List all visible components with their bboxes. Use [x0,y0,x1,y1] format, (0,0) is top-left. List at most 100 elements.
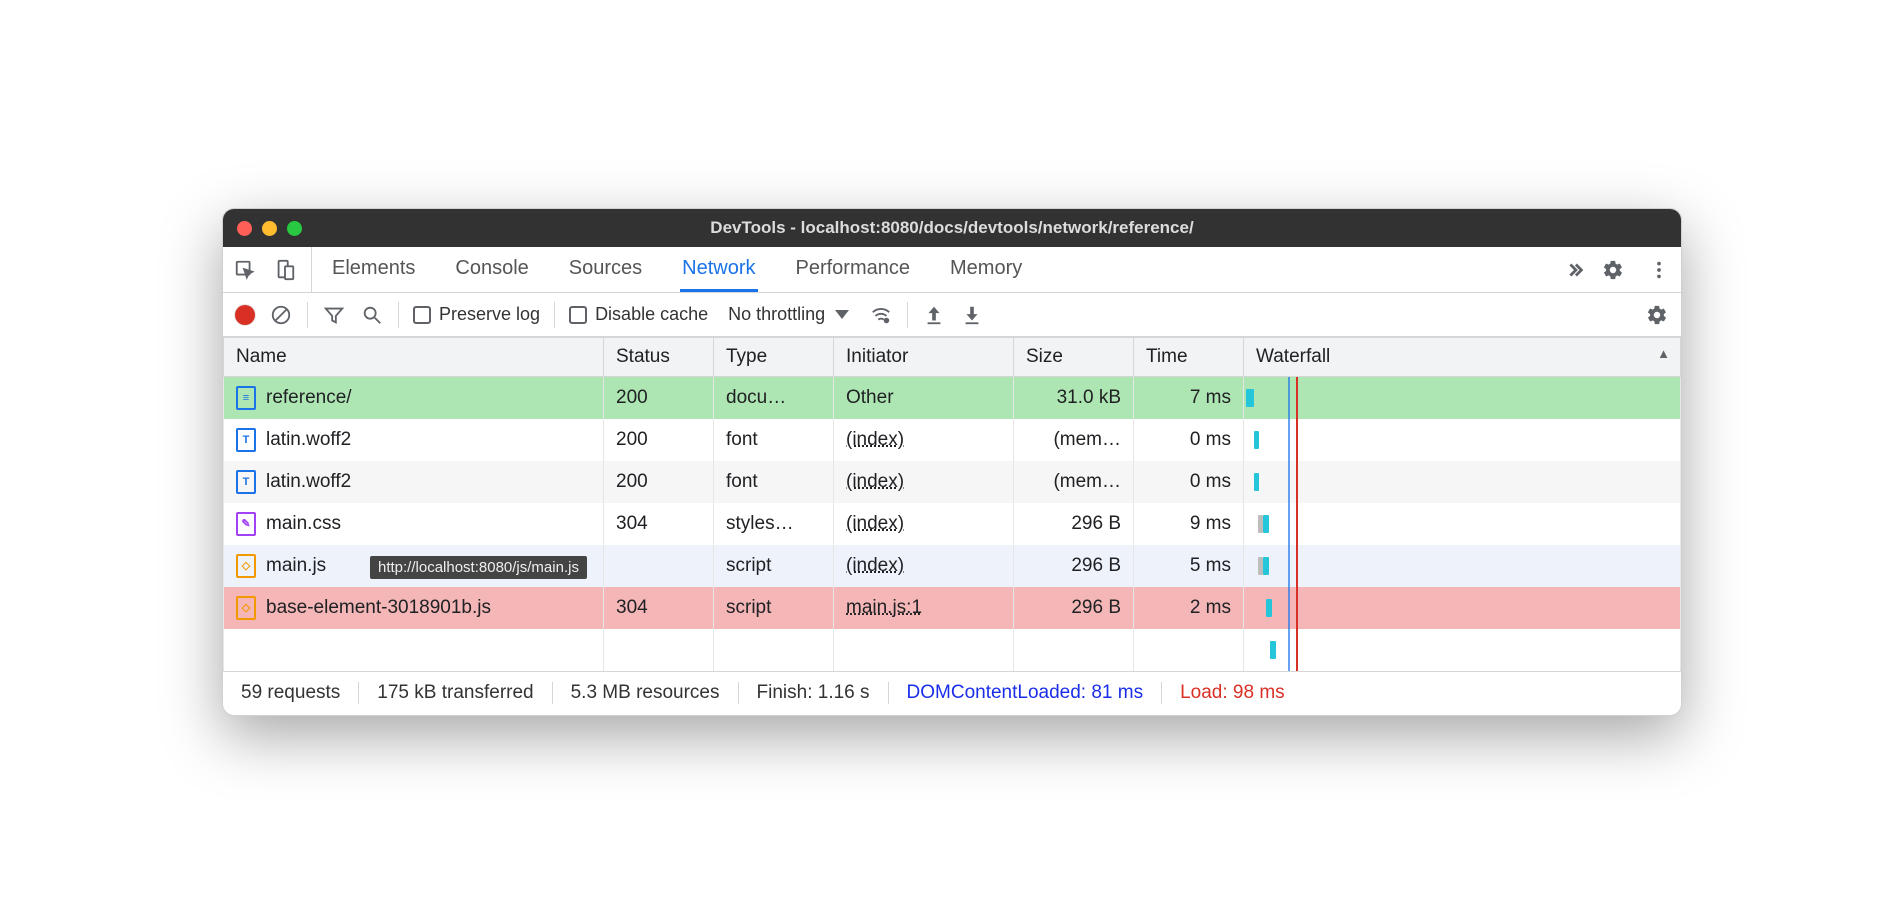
table-row[interactable]: ✎ main.css 304 styles… (index) 296 B 9 m… [224,503,1681,545]
col-type[interactable]: Type [714,338,834,377]
waterfall-cell[interactable] [1244,587,1681,629]
waterfall-cell[interactable] [1244,545,1681,587]
status-load: Load: 98 ms [1162,682,1303,704]
chevron-down-icon [835,310,849,319]
col-status[interactable]: Status [604,338,714,377]
record-button[interactable] [235,305,255,325]
throttling-select[interactable]: No throttling [722,304,855,325]
initiator-text: Other [846,387,894,408]
col-size[interactable]: Size [1014,338,1134,377]
status-requests: 59 requests [237,682,359,704]
initiator-link[interactable]: (index) [846,555,904,576]
tabs-row: Elements Console Sources Network Performance… [223,247,1681,293]
device-toolbar-icon[interactable] [273,258,297,282]
request-name: reference/ [266,387,352,409]
doc-file-icon: ≡ [236,386,256,410]
status-dcl: DOMContentLoaded: 81 ms [889,682,1163,704]
filter-icon[interactable] [322,303,346,327]
type-cell: script [714,587,834,629]
initiator-cell: (index) [834,503,1014,545]
initiator-link[interactable]: main.js:1 [846,597,922,618]
table-row[interactable]: ◇ main.js http://localhost:8080/js/main.… [224,545,1681,587]
panel-tabs: Elements Console Sources Network Performance… [330,247,1563,292]
status-resources: 5.3 MB resources [553,682,739,704]
size-cell: 31.0 kB [1014,377,1134,419]
tab-memory[interactable]: Memory [948,247,1024,292]
size-cell: 296 B [1014,545,1134,587]
time-cell: 2 ms [1134,587,1244,629]
size-cell: (mem… [1014,419,1134,461]
request-name: latin.woff2 [266,471,351,493]
font-file-icon: T [236,470,256,494]
network-table: Name Status Type Initiator Size Time Wat… [223,337,1681,671]
initiator-cell: (index) [834,545,1014,587]
tab-network[interactable]: Network [680,247,757,292]
status-cell [604,545,714,587]
tab-sources[interactable]: Sources [567,247,644,292]
time-cell: 5 ms [1134,545,1244,587]
font-file-icon: T [236,428,256,452]
more-tabs-icon[interactable] [1563,258,1587,282]
network-conditions-icon[interactable] [869,303,893,327]
table-header-row: Name Status Type Initiator Size Time Wat… [224,338,1681,377]
request-name: main.css [266,513,341,535]
initiator-link[interactable]: (index) [846,471,904,492]
network-toolbar: Preserve log Disable cache No throttling [223,293,1681,337]
clear-icon[interactable] [269,303,293,327]
waterfall-cell[interactable] [1244,461,1681,503]
initiator-cell: (index) [834,419,1014,461]
request-name: latin.woff2 [266,429,351,451]
tab-console[interactable]: Console [453,247,530,292]
request-name: base-element-3018901b.js [266,597,491,619]
status-cell: 304 [604,503,714,545]
search-icon[interactable] [360,303,384,327]
initiator-link[interactable]: (index) [846,513,904,534]
time-cell: 0 ms [1134,461,1244,503]
type-cell: styles… [714,503,834,545]
initiator-cell: (index) [834,461,1014,503]
disable-cache-checkbox[interactable]: Disable cache [569,304,708,325]
settings-gear-icon[interactable] [1601,258,1625,282]
type-cell: script [714,545,834,587]
col-initiator[interactable]: Initiator [834,338,1014,377]
waterfall-cell[interactable] [1244,377,1681,419]
initiator-cell: Other [834,377,1014,419]
tab-performance[interactable]: Performance [794,247,913,292]
time-cell: 9 ms [1134,503,1244,545]
type-cell: font [714,461,834,503]
status-cell: 200 [604,461,714,503]
initiator-cell: main.js:1 [834,587,1014,629]
panel-settings-gear-icon[interactable] [1645,303,1669,327]
upload-har-icon[interactable] [922,303,946,327]
status-cell: 200 [604,377,714,419]
tab-elements[interactable]: Elements [330,247,417,292]
inspect-element-icon[interactable] [233,258,257,282]
size-cell: (mem… [1014,461,1134,503]
table-row[interactable]: ≡ reference/ 200 docu… Other 31.0 kB 7 m… [224,377,1681,419]
table-row[interactable]: T latin.woff2 200 font (index) (mem… 0 m… [224,419,1681,461]
tooltip: http://localhost:8080/js/main.js [370,556,587,579]
initiator-link[interactable]: (index) [846,429,904,450]
disable-cache-label: Disable cache [595,304,708,325]
col-waterfall[interactable]: Waterfall [1244,338,1681,377]
time-cell: 0 ms [1134,419,1244,461]
js-file-icon: ◇ [236,596,256,620]
download-har-icon[interactable] [960,303,984,327]
waterfall-cell[interactable] [1244,503,1681,545]
throttling-value: No throttling [728,304,825,325]
preserve-log-checkbox[interactable]: Preserve log [413,304,540,325]
col-time[interactable]: Time [1134,338,1244,377]
waterfall-cell[interactable] [1244,419,1681,461]
table-row[interactable]: ◇ base-element-3018901b.js 304 script ma… [224,587,1681,629]
col-name[interactable]: Name [224,338,604,377]
type-cell: docu… [714,377,834,419]
css-file-icon: ✎ [236,512,256,536]
devtools-window: DevTools - localhost:8080/docs/devtools/… [222,208,1682,716]
titlebar: DevTools - localhost:8080/docs/devtools/… [223,209,1681,247]
size-cell: 296 B [1014,587,1134,629]
kebab-menu-icon[interactable] [1647,258,1671,282]
type-cell: font [714,419,834,461]
status-cell: 200 [604,419,714,461]
status-cell: 304 [604,587,714,629]
table-row[interactable]: T latin.woff2 200 font (index) (mem… 0 m… [224,461,1681,503]
